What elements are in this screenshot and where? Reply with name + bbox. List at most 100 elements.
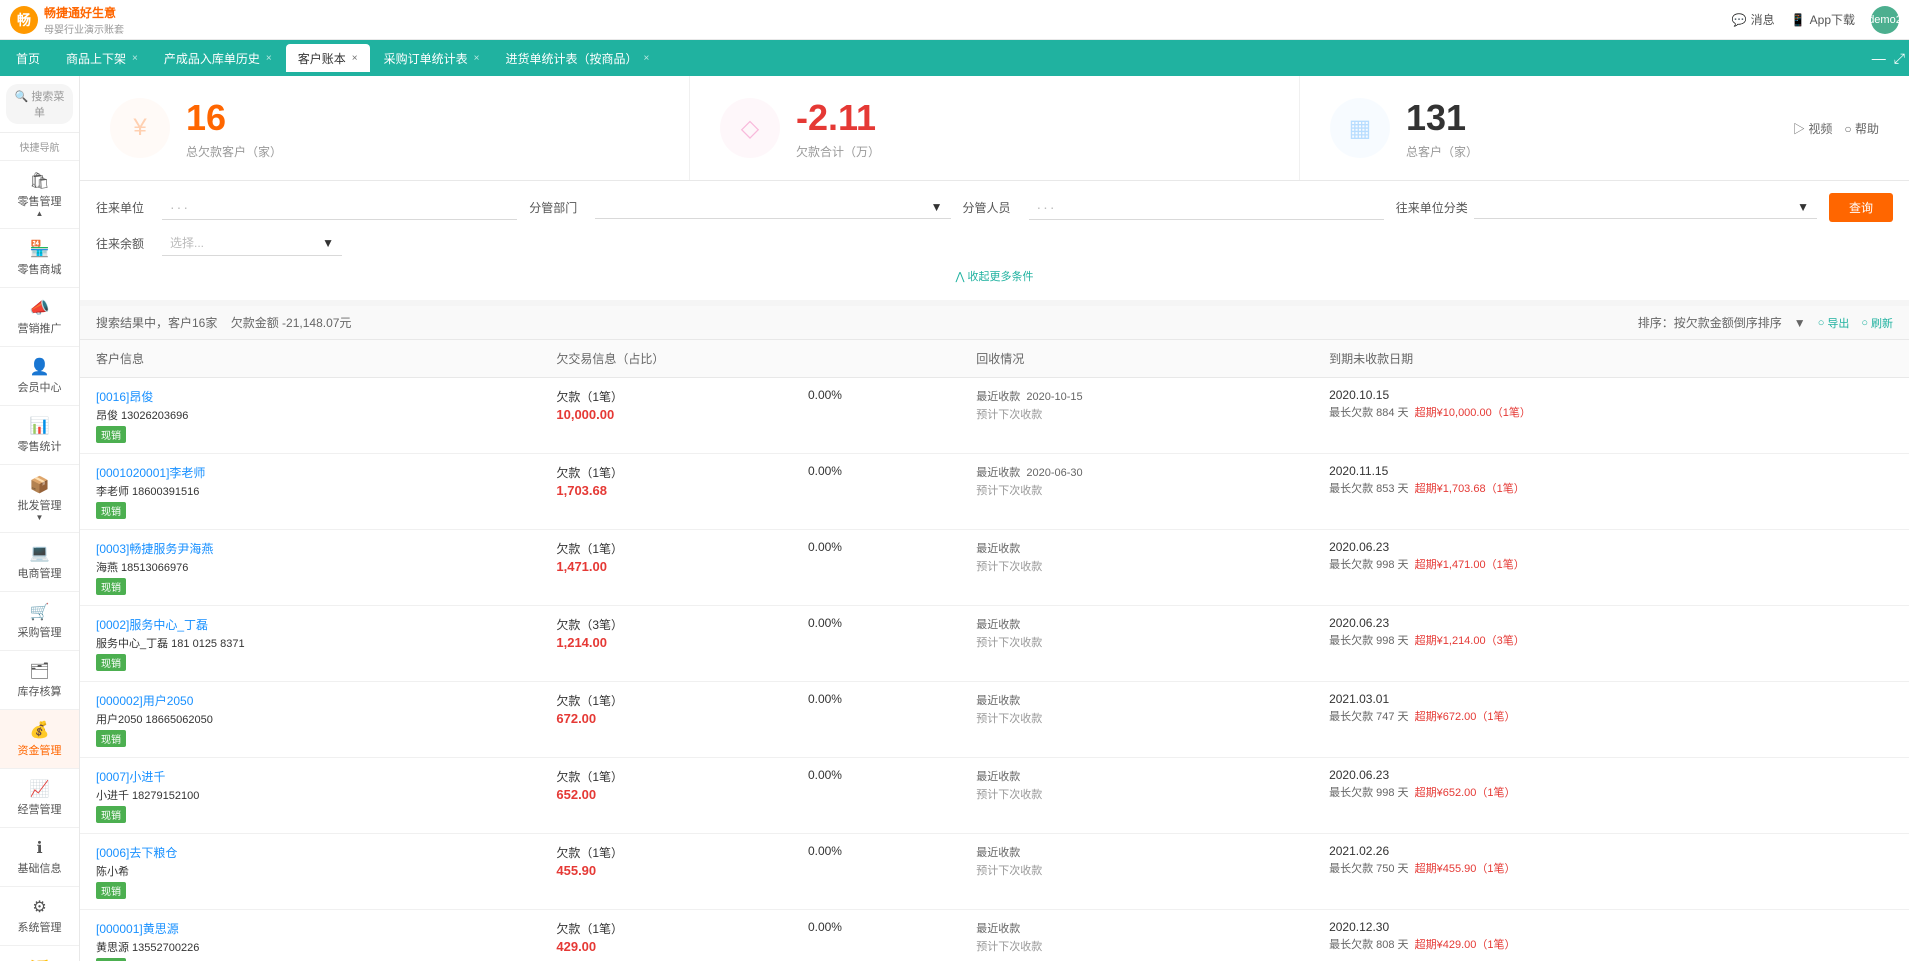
- source-unit-input[interactable]: ···: [162, 195, 517, 220]
- tab-purchase-stats[interactable]: 进货单统计表（按商品） ×: [493, 44, 661, 72]
- message-icon: 💬: [1732, 13, 1747, 27]
- sidebar-item-ecommerce-mgmt[interactable]: 💻 电商管理: [0, 533, 79, 592]
- person-label: 分管人员: [963, 199, 1023, 216]
- filter-person: 分管人员 ···: [963, 195, 1384, 220]
- th-debt-info: 欠交易信息（占比）: [540, 340, 960, 378]
- export-btn[interactable]: ○ 导出: [1818, 315, 1850, 331]
- sidebar-search[interactable]: 🔍 搜索菜单: [0, 76, 79, 133]
- sidebar-item-retail-stats[interactable]: 📊 零售统计: [0, 406, 79, 465]
- overdue-date-4: 2021.03.01: [1329, 692, 1893, 706]
- sidebar-item-retail-mall[interactable]: 🏪 零售商城: [0, 229, 79, 288]
- tab-purchase-stats-close[interactable]: ×: [643, 53, 649, 64]
- message-label: 消息: [1751, 11, 1775, 28]
- cell-debt-pct-6: 0.00%: [792, 834, 960, 910]
- sidebar-item-basic-info[interactable]: ℹ 基础信息: [0, 828, 79, 887]
- sidebar-item-retail-mgmt[interactable]: 🛍 零售管理 ▲: [0, 161, 79, 229]
- customer-code-3[interactable]: [0002]服务中心_丁磊: [96, 616, 524, 633]
- cell-debt-pct-0: 0.00%: [792, 378, 960, 454]
- debt-count-6: 欠款（1笔）: [556, 844, 776, 861]
- customer-code-1[interactable]: [0001020001]李老师: [96, 464, 524, 481]
- payback-next-5: 预计下次收款: [976, 786, 1297, 802]
- sidebar-item-batch-mgmt[interactable]: 📦 批发管理 ▼: [0, 465, 79, 533]
- sidebar-item-marketing[interactable]: 📣 营销推广: [0, 288, 79, 347]
- customer-name-3: 服务中心_丁磊 181 0125 8371: [96, 635, 524, 651]
- debt-pct-0: 0.00%: [808, 388, 944, 402]
- data-table: 客户信息 欠交易信息（占比） 回收情况 到期未收款日期 [0016]昂俊 昂俊 …: [80, 340, 1909, 961]
- customer-code-7[interactable]: [000001]黄思源: [96, 920, 524, 937]
- sidebar-item-purchase-mgmt[interactable]: 🛒 采购管理: [0, 592, 79, 651]
- help-btn[interactable]: ○ 帮助: [1844, 120, 1879, 137]
- sidebar-item-inventory-check[interactable]: 🗂 库存核算: [0, 651, 79, 710]
- overdue-link-6[interactable]: 超期¥455.90（1笔）: [1415, 863, 1516, 875]
- overdue-link-7[interactable]: 超期¥429.00（1笔）: [1415, 939, 1516, 951]
- tab-customer-account-close[interactable]: ×: [352, 53, 358, 64]
- tab-purchase-order-close[interactable]: ×: [474, 53, 480, 64]
- query-button[interactable]: 查询: [1829, 193, 1893, 222]
- sidebar-item-ecommerce-mgmt-label: 电商管理: [4, 565, 75, 581]
- tab-production-history[interactable]: 产成品入库单历史 ×: [152, 44, 284, 72]
- tab-production-history-close[interactable]: ×: [266, 53, 272, 64]
- unit-category-select[interactable]: ▼: [1474, 196, 1817, 219]
- sidebar-item-system-mgmt[interactable]: ⚙ 系统管理: [0, 887, 79, 946]
- payback-date-6: 最近收款: [976, 844, 1297, 860]
- debt-amount-2: 1,471.00: [556, 559, 776, 574]
- customer-code-5[interactable]: [0007]小进千: [96, 768, 524, 785]
- overdue-link-2[interactable]: 超期¥1,471.00（1笔）: [1415, 559, 1525, 571]
- th-due-date: 到期未收款日期: [1313, 340, 1909, 378]
- user-avatar-area[interactable]: demo2: [1871, 6, 1899, 34]
- tab-products-off[interactable]: 商品上下架 ×: [54, 44, 150, 72]
- debt-amount-number: -2.11: [796, 96, 880, 139]
- collapse-btn[interactable]: ⋀ 收起更多条件: [96, 264, 1893, 288]
- unit-category-chevron-down-icon: ▼: [1797, 200, 1809, 214]
- sidebar-item-purchase-mgmt-label: 采购管理: [4, 624, 75, 640]
- tab-purchase-order-label: 采购订单统计表: [384, 50, 468, 67]
- overdue-date-1: 2020.11.15: [1329, 464, 1893, 478]
- refresh-btn[interactable]: ○ 刷新: [1861, 315, 1893, 331]
- tab-home[interactable]: 首页: [4, 44, 52, 72]
- debt-count-2: 欠款（1笔）: [556, 540, 776, 557]
- payback-date-1: 最近收款 2020-06-30: [976, 464, 1297, 480]
- sidebar-item-member-center[interactable]: 👤 会员中心: [0, 347, 79, 406]
- filter-row-2: 往来余额 选择... ▼: [96, 230, 1893, 256]
- cell-debt-count-5: 欠款（1笔） 652.00: [540, 758, 792, 834]
- tab-products-off-close[interactable]: ×: [132, 53, 138, 64]
- sidebar-search-box[interactable]: 🔍 搜索菜单: [6, 84, 73, 124]
- tab-purchase-order[interactable]: 采购订单统计表 ×: [372, 44, 492, 72]
- refresh-icon: ○: [1861, 317, 1868, 329]
- sidebar-item-operations-mgmt[interactable]: 📈 经营管理: [0, 769, 79, 828]
- overdue-link-3[interactable]: 超期¥1,214.00（3笔）: [1415, 635, 1525, 647]
- payback-next-6: 预计下次收款: [976, 862, 1297, 878]
- overdue-link-0[interactable]: 超期¥10,000.00（1笔）: [1415, 407, 1531, 419]
- debt-count-1: 欠款（1笔）: [556, 464, 776, 481]
- customer-code-4[interactable]: [000002]用户2050: [96, 692, 524, 709]
- app-download-btn[interactable]: 📱 App下载: [1791, 11, 1855, 28]
- dept-select[interactable]: ▼: [595, 196, 950, 219]
- customer-code-0[interactable]: [0016]昂俊: [96, 388, 524, 405]
- debt-amount-3: 1,214.00: [556, 635, 776, 650]
- customer-code-6[interactable]: [0006]去下粮仓: [96, 844, 524, 861]
- overdue-link-1[interactable]: 超期¥1,703.68（1笔）: [1415, 483, 1525, 495]
- debt-count-5: 欠款（1笔）: [556, 768, 776, 785]
- sidebar-item-finance-mgmt[interactable]: 💰 资金管理: [0, 710, 79, 769]
- payback-date-3: 最近收款: [976, 616, 1297, 632]
- cell-customer-info-0: [0016]昂俊 昂俊 13026203696 现销: [80, 378, 540, 454]
- customer-code-2[interactable]: [0003]畅捷服务尹海燕: [96, 540, 524, 557]
- tab-minimize-icon[interactable]: —: [1872, 50, 1886, 67]
- customer-tag-6: 现销: [96, 882, 126, 899]
- balance-select[interactable]: 选择... ▼: [162, 230, 342, 256]
- overdue-link-4[interactable]: 超期¥672.00（1笔）: [1415, 711, 1516, 723]
- purchase-mgmt-icon: 🛒: [4, 602, 75, 622]
- overdue-date-3: 2020.06.23: [1329, 616, 1893, 630]
- message-btn[interactable]: 💬 消息: [1732, 11, 1775, 28]
- table-row: [0016]昂俊 昂俊 13026203696 现销 欠款（1笔） 10,000…: [80, 378, 1909, 454]
- cell-payback-5: 最近收款 预计下次收款: [960, 758, 1313, 834]
- tab-maximize-icon[interactable]: ⤢: [1894, 50, 1905, 67]
- tab-customer-account[interactable]: 客户账本 ×: [286, 44, 370, 72]
- tab-customer-account-label: 客户账本: [298, 50, 346, 67]
- view-video-btn[interactable]: ▷ 视频: [1793, 120, 1832, 137]
- overdue-date-0: 2020.10.15: [1329, 388, 1893, 402]
- overdue-link-5[interactable]: 超期¥652.00（1笔）: [1415, 787, 1516, 799]
- person-input[interactable]: ···: [1029, 195, 1384, 220]
- debt-customers-body: 16 总欠款客户（家）: [186, 96, 282, 160]
- sidebar-item-enterprise-collab[interactable]: 🤝 企业协同: [0, 946, 79, 961]
